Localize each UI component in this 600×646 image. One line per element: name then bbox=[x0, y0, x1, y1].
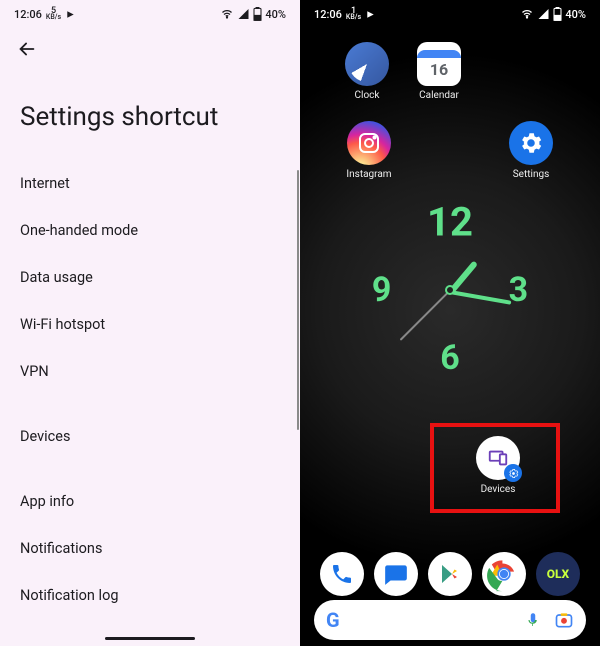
wifi-icon bbox=[220, 8, 234, 20]
status-bar: 12:06 5 KB/s 40% bbox=[0, 0, 300, 28]
instagram-icon bbox=[347, 121, 391, 165]
play-store-icon bbox=[438, 562, 462, 586]
back-button[interactable] bbox=[0, 28, 300, 64]
option-app-info[interactable]: App info bbox=[0, 478, 300, 525]
signal-icon bbox=[537, 8, 550, 20]
status-netspeed: 1 KB/s bbox=[346, 8, 361, 21]
messages-icon bbox=[383, 561, 409, 587]
search-bar[interactable]: G bbox=[314, 600, 586, 640]
app-instagram[interactable]: Instagram bbox=[342, 121, 396, 180]
status-time: 12:06 bbox=[314, 8, 342, 21]
signal-icon bbox=[237, 8, 250, 20]
option-vpn[interactable]: VPN bbox=[0, 348, 300, 395]
dock-play-store[interactable] bbox=[428, 552, 472, 596]
google-logo-icon: G bbox=[326, 608, 340, 632]
clock-icon bbox=[345, 42, 389, 86]
app-label: Devices bbox=[481, 484, 516, 495]
devices-icon bbox=[476, 436, 520, 480]
app-label: Clock bbox=[355, 90, 380, 101]
dock-messages[interactable] bbox=[374, 552, 418, 596]
status-bar: 12:06 1 KB/s 40% bbox=[300, 0, 600, 28]
option-one-handed-mode[interactable]: One-handed mode bbox=[0, 207, 300, 254]
phone-icon bbox=[330, 562, 354, 586]
battery-icon bbox=[553, 7, 562, 21]
mic-icon[interactable] bbox=[524, 611, 542, 629]
app-clock[interactable]: Clock bbox=[340, 42, 394, 101]
app-row-1: Clock 16 Calendar bbox=[300, 28, 600, 101]
dock: OLX bbox=[300, 552, 600, 596]
clock-widget[interactable]: 12369 bbox=[360, 200, 540, 380]
home-screen-pane: 12:06 1 KB/s 40% Clock 16 Calend bbox=[300, 0, 600, 646]
option-devices[interactable]: Devices bbox=[0, 413, 300, 460]
wifi-icon bbox=[520, 8, 534, 20]
calendar-icon: 16 bbox=[417, 42, 461, 86]
clock-hub bbox=[445, 285, 455, 295]
second-hand bbox=[400, 290, 451, 341]
status-time: 12:06 bbox=[14, 8, 42, 21]
app-label: Instagram bbox=[346, 169, 391, 180]
app-label: Settings bbox=[513, 169, 550, 180]
app-settings[interactable]: Settings bbox=[504, 121, 558, 180]
scrollbar[interactable] bbox=[297, 170, 299, 430]
lens-icon[interactable] bbox=[554, 610, 574, 630]
chrome-icon bbox=[484, 554, 524, 594]
settings-icon bbox=[509, 121, 553, 165]
olx-icon: OLX bbox=[547, 567, 569, 581]
dock-chrome[interactable] bbox=[482, 552, 526, 596]
dnd-icon bbox=[365, 9, 376, 20]
app-label: Calendar bbox=[419, 90, 459, 101]
option-wifi-hotspot[interactable]: Wi-Fi hotspot bbox=[0, 301, 300, 348]
status-battery: 40% bbox=[265, 8, 286, 21]
app-devices-shortcut[interactable]: Devices bbox=[470, 436, 526, 495]
minute-hand bbox=[450, 290, 512, 305]
dock-phone[interactable] bbox=[320, 552, 364, 596]
app-calendar[interactable]: 16 Calendar bbox=[412, 42, 466, 101]
settings-shortcut-pane: 12:06 5 KB/s 40% Settings shortcut Inter… bbox=[0, 0, 300, 646]
app-row-2: Instagram Settings bbox=[300, 101, 600, 180]
battery-icon bbox=[253, 7, 262, 21]
status-battery: 40% bbox=[565, 8, 586, 21]
status-netspeed: 5 KB/s bbox=[46, 8, 61, 21]
nav-handle[interactable] bbox=[105, 637, 195, 640]
option-notifications[interactable]: Notifications bbox=[0, 525, 300, 572]
dnd-icon bbox=[65, 9, 76, 20]
settings-badge-icon bbox=[504, 464, 522, 482]
option-data-usage[interactable]: Data usage bbox=[0, 254, 300, 301]
dock-olx[interactable]: OLX bbox=[536, 552, 580, 596]
page-title: Settings shortcut bbox=[0, 64, 300, 160]
option-internet[interactable]: Internet bbox=[0, 160, 300, 207]
option-notification-log[interactable]: Notification log bbox=[0, 572, 300, 619]
arrow-left-icon bbox=[16, 38, 38, 60]
clock-dial: 12369 bbox=[360, 200, 540, 380]
